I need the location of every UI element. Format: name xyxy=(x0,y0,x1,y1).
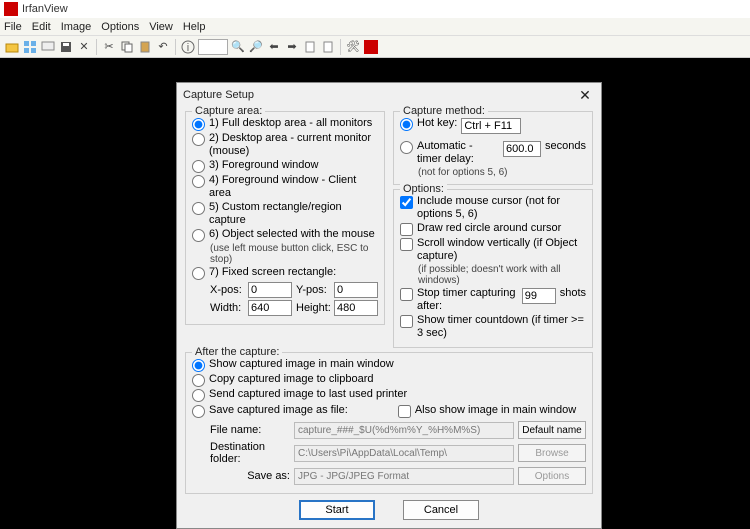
next-page-icon[interactable] xyxy=(320,39,336,55)
after-capture-label: After the capture: xyxy=(192,346,282,358)
info-icon[interactable]: i xyxy=(180,39,196,55)
radio-foreground-client[interactable]: 4) Foreground window - Client area xyxy=(192,174,378,200)
paste-icon[interactable] xyxy=(137,39,153,55)
default-name-button[interactable]: Default name xyxy=(518,421,586,439)
menu-file[interactable]: File xyxy=(4,21,22,33)
dest-folder-input[interactable] xyxy=(294,445,514,462)
close-icon[interactable]: ✕ xyxy=(575,87,595,104)
options-label: Options: xyxy=(400,183,447,195)
zoom-combo[interactable] xyxy=(198,39,228,55)
delete-icon[interactable]: ✕ xyxy=(76,39,92,55)
thumbnails-icon[interactable] xyxy=(22,39,38,55)
open-icon[interactable] xyxy=(4,39,20,55)
radio-object-mouse[interactable]: 6) Object selected with the mouse xyxy=(192,228,378,242)
object-mouse-hint: (use left mouse button click, ESC to sto… xyxy=(210,243,378,265)
stop-shots-input[interactable] xyxy=(522,288,556,304)
slideshow-icon[interactable] xyxy=(40,39,56,55)
width-input[interactable] xyxy=(248,300,292,316)
capture-area-group: Capture area: 1) Full desktop area - all… xyxy=(185,111,385,325)
filename-label: File name: xyxy=(210,424,290,436)
browse-button[interactable]: Browse xyxy=(518,444,586,462)
ypos-input[interactable] xyxy=(334,282,378,298)
width-label: Width: xyxy=(210,302,244,314)
options-group: Options: Include mouse cursor (not for o… xyxy=(393,189,593,348)
cancel-button[interactable]: Cancel xyxy=(403,500,479,520)
radio-auto-timer[interactable]: Automatic - timer delay: seconds xyxy=(400,140,586,166)
settings-icon[interactable]: 🛠 xyxy=(345,39,361,55)
capture-setup-dialog: Capture Setup ✕ Capture area: 1) Full de… xyxy=(176,82,602,529)
capture-method-group: Capture method: Hot key: Automatic - tim… xyxy=(393,111,593,185)
filename-input[interactable] xyxy=(294,422,514,439)
prev-icon[interactable]: ⬅ xyxy=(266,39,282,55)
radio-send-printer[interactable]: Send captured image to last used printer xyxy=(192,388,586,402)
radio-save-file[interactable]: Save captured image as file: xyxy=(192,404,348,418)
radio-current-monitor[interactable]: 2) Desktop area - current monitor (mouse… xyxy=(192,132,378,158)
check-scroll-window[interactable]: Scroll window vertically (if Object capt… xyxy=(400,237,586,263)
prev-page-icon[interactable] xyxy=(302,39,318,55)
radio-show-main[interactable]: Show captured image in main window xyxy=(192,358,586,372)
save-icon[interactable] xyxy=(58,39,74,55)
dialog-title: Capture Setup xyxy=(183,89,254,101)
undo-icon[interactable]: ↶ xyxy=(155,39,171,55)
radio-hotkey[interactable]: Hot key: xyxy=(400,117,586,134)
dest-folder-label: Destination folder: xyxy=(210,441,290,465)
xpos-input[interactable] xyxy=(248,282,292,298)
radio-full-desktop[interactable]: 1) Full desktop area - all monitors xyxy=(192,117,378,131)
hotkey-input[interactable] xyxy=(461,118,521,134)
shots-label: shots xyxy=(560,287,586,300)
copy-icon[interactable] xyxy=(119,39,135,55)
radio-custom-rect[interactable]: 5) Custom rectangle/region capture xyxy=(192,201,378,227)
saveas-label: Save as: xyxy=(210,470,290,482)
toolbar: ✕ ✂ ↶ i 🔍 🔎 ⬅ ➡ 🛠 xyxy=(0,36,750,58)
menu-view[interactable]: View xyxy=(149,21,173,33)
after-capture-group: After the capture: Show captured image i… xyxy=(185,352,593,494)
capture-area-label: Capture area: xyxy=(192,105,265,117)
check-red-circle[interactable]: Draw red circle around cursor xyxy=(400,222,586,236)
xpos-label: X-pos: xyxy=(210,284,244,296)
menubar: File Edit Image Options View Help xyxy=(0,18,750,36)
height-label: Height: xyxy=(296,302,330,314)
titlebar: IrfanView xyxy=(0,0,750,18)
height-input[interactable] xyxy=(334,300,378,316)
cut-icon[interactable]: ✂ xyxy=(101,39,117,55)
check-stop-timer[interactable]: Stop timer capturing after: shots xyxy=(400,287,586,313)
timer-delay-input[interactable] xyxy=(503,141,541,157)
app-title: IrfanView xyxy=(22,3,68,15)
menu-edit[interactable]: Edit xyxy=(32,21,51,33)
check-include-cursor[interactable]: Include mouse cursor (not for options 5,… xyxy=(400,195,586,221)
radio-copy-clipboard[interactable]: Copy captured image to clipboard xyxy=(192,373,586,387)
zoom-out-icon[interactable]: 🔎 xyxy=(248,39,264,55)
scroll-hint: (if possible; doesn't work with all wind… xyxy=(418,264,586,286)
start-button[interactable]: Start xyxy=(299,500,375,520)
auto-timer-hint: (not for options 5, 6) xyxy=(418,167,586,178)
next-icon[interactable]: ➡ xyxy=(284,39,300,55)
capture-method-label: Capture method: xyxy=(400,105,488,117)
zoom-in-icon[interactable]: 🔍 xyxy=(230,39,246,55)
seconds-label: seconds xyxy=(545,140,586,153)
svg-text:i: i xyxy=(187,42,189,54)
check-also-show[interactable]: Also show image in main window xyxy=(398,404,576,418)
menu-image[interactable]: Image xyxy=(61,21,92,33)
radio-foreground-window[interactable]: 3) Foreground window xyxy=(192,159,378,173)
app-icon xyxy=(4,2,18,16)
check-countdown[interactable]: Show timer countdown (if timer >= 3 sec) xyxy=(400,314,586,340)
menu-options[interactable]: Options xyxy=(101,21,139,33)
saveas-options-button[interactable]: Options xyxy=(518,467,586,485)
ypos-label: Y-pos: xyxy=(296,284,330,296)
about-icon[interactable] xyxy=(363,39,379,55)
saveas-combo[interactable] xyxy=(294,468,514,485)
radio-fixed-rect[interactable]: 7) Fixed screen rectangle: xyxy=(192,266,378,280)
menu-help[interactable]: Help xyxy=(183,21,206,33)
